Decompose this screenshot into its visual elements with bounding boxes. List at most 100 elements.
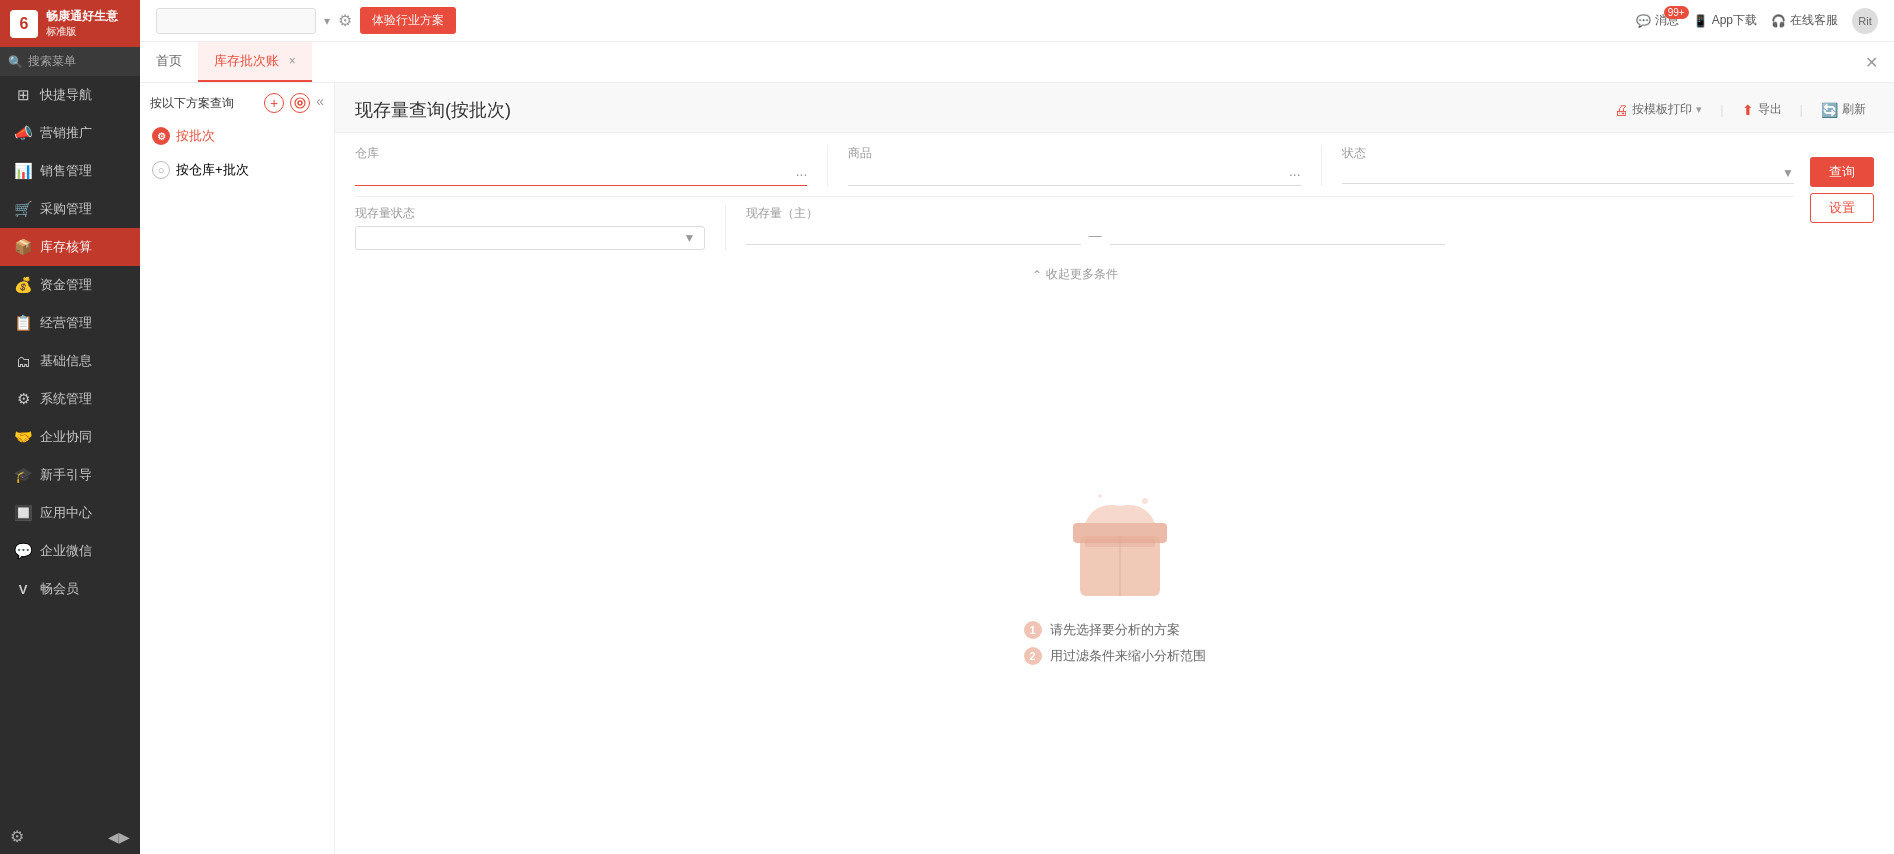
- solution-active-icon: ⚙: [152, 127, 170, 145]
- sidebar-item-purchase[interactable]: 🛒 采购管理: [0, 190, 140, 228]
- sidebar-item-finance[interactable]: 💰 资金管理: [0, 266, 140, 304]
- solution-collapse-btn[interactable]: «: [316, 93, 324, 113]
- query-btn[interactable]: 查询: [1810, 157, 1874, 187]
- sidebar-item-quick-nav[interactable]: ⊞ 快捷导航: [0, 76, 140, 114]
- tab-bar: 首页 库存批次账 × ✕: [140, 42, 1894, 83]
- sidebar-item-marketing[interactable]: 📣 营销推广: [0, 114, 140, 152]
- query-content: 现存量查询(按批次) 🖨 按模板打印 ▾ | ⬆ 导出 | 🔄: [335, 83, 1894, 854]
- sidebar-logo: 6: [10, 10, 38, 38]
- action-divider2: |: [1800, 102, 1803, 117]
- topbar-search-wrap: [156, 8, 316, 34]
- solution-settings-btn[interactable]: [290, 93, 310, 113]
- finance-icon: 💰: [14, 276, 32, 294]
- sidebar-search[interactable]: 🔍 搜索菜单: [0, 47, 140, 76]
- app-download-btn[interactable]: 📱 App下载: [1693, 12, 1757, 29]
- online-service-btn[interactable]: 🎧 在线客服: [1771, 12, 1838, 29]
- svg-point-7: [1098, 494, 1102, 498]
- tab-home[interactable]: 首页: [140, 42, 198, 82]
- product-input-wrap: ···: [848, 166, 1300, 186]
- sidebar-nav: ⊞ 快捷导航 📣 营销推广 📊 销售管理 🛒 采购管理 📦 库存核算 💰 资金管…: [0, 76, 140, 819]
- print-btn[interactable]: 🖨 按模板打印 ▾: [1606, 97, 1710, 122]
- sidebar-collapse-icon[interactable]: ◀▶: [108, 829, 130, 845]
- hint-num-2: 2: [1024, 647, 1042, 665]
- empty-svg: [1055, 481, 1185, 601]
- product-dots-btn[interactable]: ···: [1289, 166, 1301, 182]
- sidebar-item-enterprise[interactable]: 🤝 企业协同: [0, 418, 140, 456]
- add-solution-btn[interactable]: +: [264, 93, 284, 113]
- solution-panel: 按以下方案查询 + « ⚙ 按批次 ○ 按仓库: [140, 83, 335, 854]
- experience-btn[interactable]: 体验行业方案: [360, 7, 456, 34]
- query-settings-btns: 查询 设置: [1810, 145, 1874, 235]
- panel-close-btn[interactable]: ✕: [1849, 43, 1894, 82]
- collapse-more-btn[interactable]: ⌃ 收起更多条件: [355, 258, 1794, 291]
- message-icon: 💬: [1636, 14, 1651, 28]
- purchase-icon: 🛒: [14, 200, 32, 218]
- stock-qty-max-input[interactable]: [1110, 226, 1445, 245]
- sidebar-item-member[interactable]: V 畅会员: [0, 570, 140, 608]
- print-dropdown-icon[interactable]: ▾: [1696, 103, 1702, 116]
- filters-fields: 仓库 ··· 商品 ···: [355, 145, 1794, 291]
- sidebar: 6 畅康通好生意 标准版 🔍 搜索菜单 ⊞ 快捷导航 📣 营销推广 📊 销售管理…: [0, 0, 140, 854]
- warehouse-dots-btn[interactable]: ···: [796, 166, 808, 182]
- warehouse-label: 仓库: [355, 145, 807, 162]
- tab-inventory-batch[interactable]: 库存批次账 ×: [198, 42, 312, 82]
- page-title: 现存量查询(按批次): [355, 98, 511, 122]
- topbar-chevron-icon[interactable]: ▾: [324, 14, 330, 28]
- export-btn[interactable]: ⬆ 导出: [1734, 97, 1790, 122]
- sidebar-item-apps[interactable]: 🔲 应用中心: [0, 494, 140, 532]
- warehouse-input-wrap: ···: [355, 166, 807, 186]
- headset-icon: 🎧: [1771, 14, 1786, 28]
- solution-item-by-warehouse-batch[interactable]: ○ 按仓库+批次: [140, 153, 334, 187]
- stock-status-arrow: ▼: [684, 231, 696, 245]
- stock-status-select[interactable]: ▼: [355, 226, 705, 250]
- sidebar-item-inventory[interactable]: 📦 库存核算: [0, 228, 140, 266]
- solution-panel-title: 按以下方案查询: [150, 95, 234, 112]
- solution-panel-actions: + «: [264, 93, 324, 113]
- empty-hint-2: 2 用过滤条件来缩小分析范围: [1024, 647, 1206, 665]
- settings-gear-icon[interactable]: ⚙: [10, 827, 24, 846]
- product-input[interactable]: [848, 167, 1289, 182]
- filter-stock-status: 现存量状态 ▼: [355, 205, 726, 250]
- settings-btn[interactable]: 设置: [1810, 193, 1874, 223]
- marketing-icon: 📣: [14, 124, 32, 142]
- content-area: 按以下方案查询 + « ⚙ 按批次 ○ 按仓库: [140, 83, 1894, 854]
- warehouse-input[interactable]: [355, 167, 796, 182]
- settings-icon: [294, 97, 306, 109]
- sidebar-item-system[interactable]: ⚙ 系统管理: [0, 380, 140, 418]
- sidebar-item-basic[interactable]: 🗂 基础信息: [0, 342, 140, 380]
- tab-close-icon[interactable]: ×: [289, 54, 296, 68]
- filter-row-2: 现存量状态 ▼ 现存量（主） —: [355, 197, 1794, 258]
- messages-badge: 99+: [1664, 6, 1689, 19]
- user-avatar: Rit: [1852, 8, 1878, 34]
- enterprise-icon: 🤝: [14, 428, 32, 446]
- status-select[interactable]: ▼: [1342, 166, 1794, 184]
- svg-point-1: [295, 98, 305, 108]
- messages-btn[interactable]: 💬 消息 99+: [1636, 12, 1679, 29]
- sidebar-item-newuser[interactable]: 🎓 新手引导: [0, 456, 140, 494]
- svg-point-0: [298, 101, 302, 105]
- collapse-up-icon: ⌃: [1032, 268, 1042, 282]
- filters-container: 仓库 ··· 商品 ···: [335, 133, 1894, 291]
- print-icon: 🖨: [1614, 102, 1628, 118]
- topbar-gear-icon[interactable]: ⚙: [338, 11, 352, 30]
- weixin-icon: 💬: [14, 542, 32, 560]
- sales-icon: 📊: [14, 162, 32, 180]
- user-info-btn[interactable]: Rit: [1852, 8, 1878, 34]
- refresh-btn[interactable]: 🔄 刷新: [1813, 97, 1874, 122]
- status-dropdown-arrow: ▼: [1782, 166, 1794, 180]
- product-label: 商品: [848, 145, 1300, 162]
- operations-icon: 📋: [14, 314, 32, 332]
- inventory-icon: 📦: [14, 238, 32, 256]
- empty-hints: 1 请先选择要分析的方案 2 用过滤条件来缩小分析范围: [1024, 621, 1206, 665]
- solution-item-by-batch[interactable]: ⚙ 按批次: [140, 119, 334, 153]
- stock-qty-sep: —: [1089, 228, 1102, 243]
- system-icon: ⚙: [14, 390, 32, 408]
- solution-panel-header: 按以下方案查询 + «: [140, 83, 334, 119]
- topbar-search-input[interactable]: [163, 14, 309, 28]
- search-icon: 🔍: [8, 55, 23, 69]
- page-actions: 🖨 按模板打印 ▾ | ⬆ 导出 | 🔄 刷新: [1606, 97, 1874, 122]
- sidebar-item-operations[interactable]: 📋 经营管理: [0, 304, 140, 342]
- stock-qty-min-input[interactable]: [746, 226, 1081, 245]
- sidebar-item-weixin[interactable]: 💬 企业微信: [0, 532, 140, 570]
- sidebar-item-sales[interactable]: 📊 销售管理: [0, 152, 140, 190]
